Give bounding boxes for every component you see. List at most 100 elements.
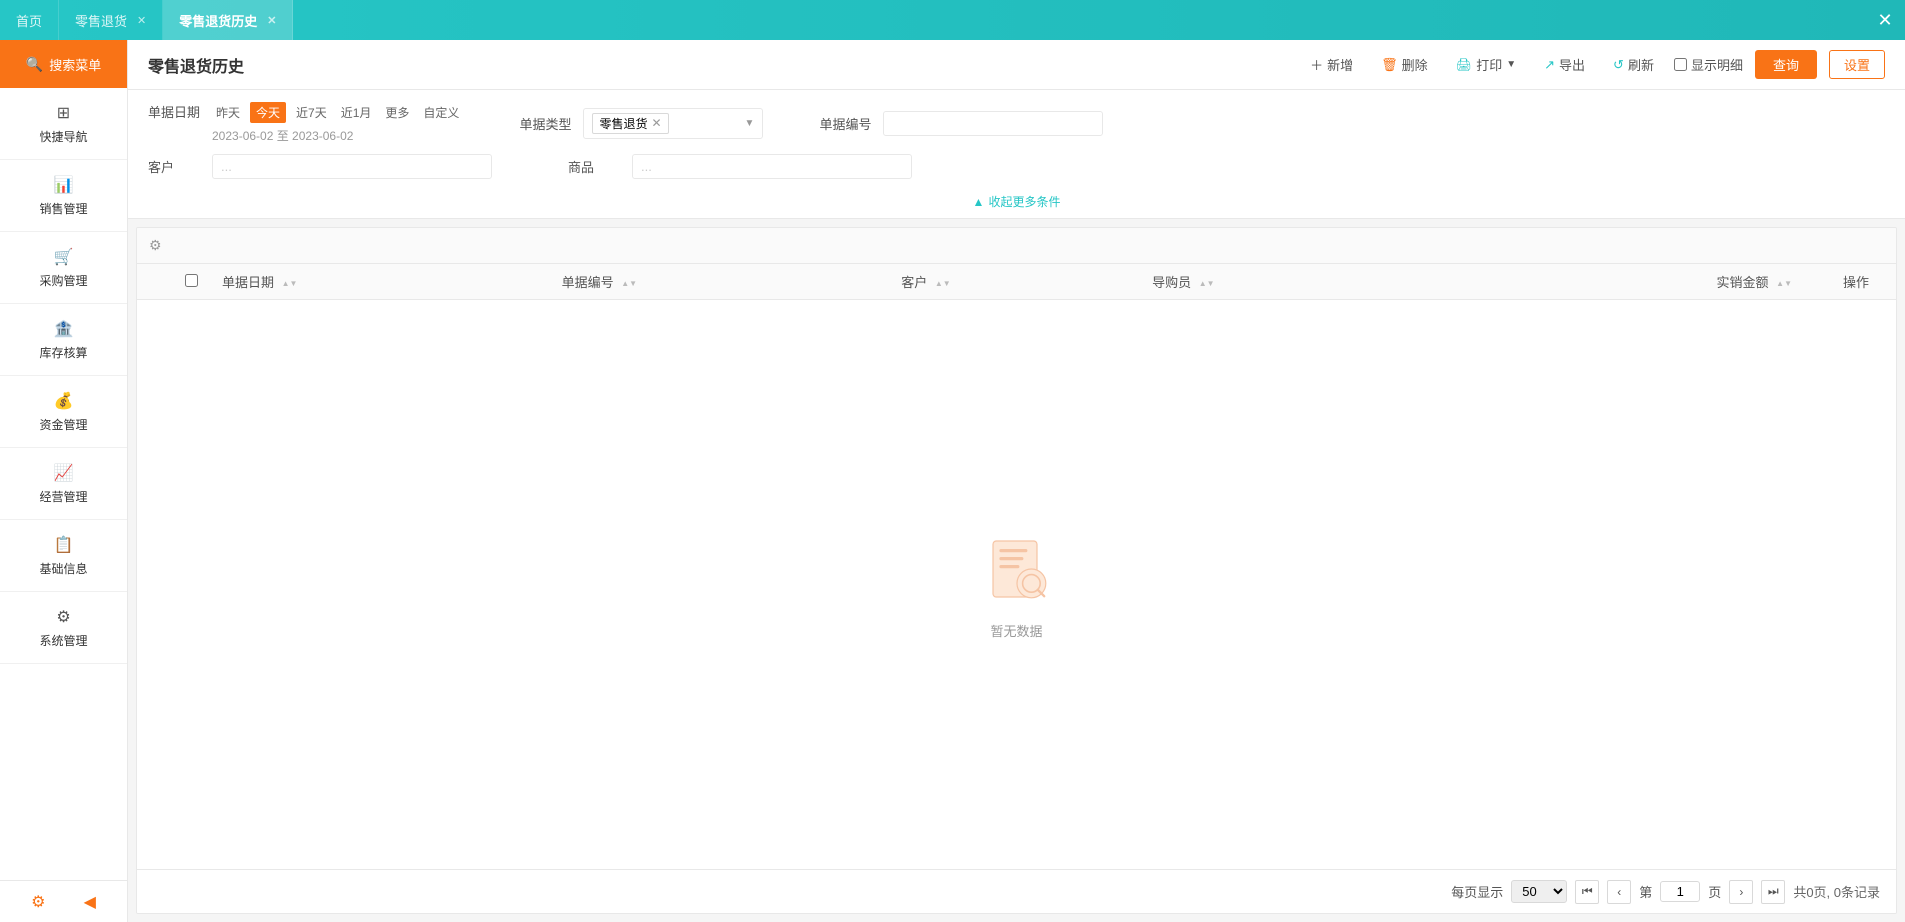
date-opt-last-month[interactable]: 近1月 bbox=[337, 102, 376, 123]
sidebar: 🔍 搜索菜单 ⊞ 快捷导航 📊 销售管理 🛒 采购管理 🏦 库存核算 💰 bbox=[0, 40, 128, 922]
sidebar-nav: ⊞ 快捷导航 📊 销售管理 🛒 采购管理 🏦 库存核算 💰 资金管理 📈 bbox=[0, 88, 127, 880]
th-date-label: 单据日期 bbox=[222, 275, 274, 290]
query-button[interactable]: 查询 bbox=[1755, 50, 1817, 79]
pagination: 每页显示 20 50 100 200 ⏮ ‹ 第 页 › ⏭ 共0页, 0条记录 bbox=[137, 869, 1896, 913]
goods-filter-label: 商品 bbox=[568, 157, 624, 176]
sidebar-item-finance[interactable]: 💰 资金管理 bbox=[0, 376, 127, 448]
delete-button[interactable]: 🗑 删除 bbox=[1373, 51, 1436, 78]
sales-icon: 📊 bbox=[53, 174, 75, 196]
collapse-sidebar-icon[interactable]: ◀ bbox=[84, 892, 96, 912]
date-opt-last7[interactable]: 近7天 bbox=[292, 102, 331, 123]
sidebar-item-quick-nav-label: 快捷导航 bbox=[39, 128, 87, 145]
table-toolbar: ⚙ bbox=[137, 228, 1896, 264]
collapse-up-icon: ▲ bbox=[973, 195, 985, 209]
sidebar-item-basic-info-label: 基础信息 bbox=[39, 560, 87, 577]
th-ops: 操作 bbox=[1816, 264, 1896, 300]
delete-icon: 🗑 bbox=[1381, 57, 1398, 73]
first-page-button[interactable]: ⏮ bbox=[1575, 880, 1599, 904]
tab-home[interactable]: 首页 bbox=[0, 0, 59, 40]
sidebar-search-label: 搜索菜单 bbox=[49, 55, 101, 74]
tab-retail-return-history-label: 零售退货历史 bbox=[179, 11, 257, 30]
print-button[interactable]: 🖨 打印 ▼ bbox=[1448, 51, 1524, 78]
number-sort-arrows: ▲▼ bbox=[621, 279, 637, 288]
th-customer[interactable]: 客户 ▲▼ bbox=[889, 264, 1140, 300]
new-button[interactable]: ＋ 新增 bbox=[1302, 51, 1361, 78]
tab-retail-return-close[interactable]: ✕ bbox=[137, 14, 146, 27]
customer-filter-group: 客户 ... bbox=[148, 154, 492, 179]
filter-collapse-button[interactable]: ▲ 收起更多条件 bbox=[973, 193, 1061, 210]
last-page-button[interactable]: ⏭ bbox=[1761, 880, 1785, 904]
th-guide[interactable]: 导购员 ▲▼ bbox=[1140, 264, 1435, 300]
sidebar-item-sales[interactable]: 📊 销售管理 bbox=[0, 160, 127, 232]
print-dropdown-icon: ▼ bbox=[1506, 59, 1516, 70]
th-date[interactable]: 单据日期 ▲▼ bbox=[210, 264, 550, 300]
sidebar-item-operations[interactable]: 📈 经营管理 bbox=[0, 448, 127, 520]
sidebar-item-quick-nav[interactable]: ⊞ 快捷导航 bbox=[0, 88, 127, 160]
goods-filter-group: 商品 ... bbox=[568, 154, 912, 179]
prev-page-button[interactable]: ‹ bbox=[1607, 880, 1631, 904]
voucher-filter-label: 单据编号 bbox=[819, 114, 875, 133]
delete-label: 删除 bbox=[1402, 55, 1428, 74]
tab-retail-return[interactable]: 零售退货 ✕ bbox=[59, 0, 163, 40]
next-page-button[interactable]: › bbox=[1729, 880, 1753, 904]
tab-retail-return-label: 零售退货 bbox=[75, 11, 127, 30]
show-detail-checkbox[interactable] bbox=[1674, 58, 1687, 71]
page-number-input[interactable] bbox=[1660, 881, 1700, 902]
th-amount-label: 实销金额 bbox=[1717, 275, 1769, 290]
sidebar-item-purchase[interactable]: 🛒 采购管理 bbox=[0, 232, 127, 304]
tab-retail-return-history[interactable]: 零售退货历史 ✕ bbox=[163, 0, 293, 40]
filter-row-2: 客户 ... 商品 ... bbox=[148, 154, 1885, 179]
quick-nav-icon: ⊞ bbox=[53, 102, 75, 124]
export-label: 导出 bbox=[1559, 55, 1585, 74]
operations-icon: 📈 bbox=[53, 462, 75, 484]
per-page-label: 每页显示 bbox=[1451, 882, 1503, 901]
tab-retail-return-history-close[interactable]: ✕ bbox=[267, 14, 276, 27]
date-filter-group: 单据日期 昨天 今天 近7天 近1月 更多 自定义 2023-06-02 至 2… bbox=[148, 102, 463, 144]
th-number-label: 单据编号 bbox=[562, 275, 614, 290]
show-detail-checkbox-label[interactable]: 显示明细 bbox=[1674, 55, 1743, 74]
window-close-button[interactable]: ✕ bbox=[1865, 0, 1905, 40]
sidebar-item-system[interactable]: ⚙ 系统管理 bbox=[0, 592, 127, 664]
page-header: 零售退货历史 ＋ 新增 🗑 删除 🖨 打印 ▼ ↗ 导出 bbox=[128, 40, 1905, 90]
type-tag-close[interactable]: ✕ bbox=[651, 116, 661, 130]
voucher-no-input[interactable] bbox=[883, 111, 1103, 136]
date-opt-yesterday[interactable]: 昨天 bbox=[212, 102, 244, 123]
date-opt-today[interactable]: 今天 bbox=[250, 102, 286, 123]
table-settings-icon[interactable]: ⚙ bbox=[149, 237, 162, 254]
settings-bottom-icon[interactable]: ⚙ bbox=[31, 892, 45, 912]
guide-sort-arrows: ▲▼ bbox=[1199, 279, 1215, 288]
table-container: ⚙ 单据日期 ▲▼ 单据编号 ▲▼ bbox=[136, 227, 1897, 914]
th-amount[interactable]: 实销金额 ▲▼ bbox=[1435, 264, 1816, 300]
sidebar-item-finance-label: 资金管理 bbox=[39, 416, 87, 433]
sidebar-item-inventory[interactable]: 🏦 库存核算 bbox=[0, 304, 127, 376]
table-header: 单据日期 ▲▼ 单据编号 ▲▼ 客户 ▲▼ 导购员 bbox=[137, 264, 1896, 300]
customer-filter-input[interactable]: ... bbox=[212, 154, 492, 179]
header-actions: ＋ 新增 🗑 删除 🖨 打印 ▼ ↗ 导出 ↺ 刷新 bbox=[1302, 50, 1885, 79]
settings-button[interactable]: 设置 bbox=[1829, 50, 1885, 79]
sidebar-search[interactable]: 🔍 搜索菜单 bbox=[0, 40, 127, 88]
sidebar-item-sales-label: 销售管理 bbox=[39, 200, 87, 217]
type-tag-label: 零售退货 bbox=[599, 115, 647, 132]
refresh-button[interactable]: ↺ 刷新 bbox=[1605, 51, 1662, 78]
per-page-select[interactable]: 20 50 100 200 bbox=[1511, 880, 1567, 903]
th-number[interactable]: 单据编号 ▲▼ bbox=[550, 264, 890, 300]
filter-collapse-container: ▲ 收起更多条件 bbox=[148, 189, 1885, 210]
export-icon: ↗ bbox=[1544, 57, 1555, 73]
type-filter-select[interactable]: 零售退货 ✕ ▼ bbox=[583, 108, 763, 139]
date-sort-arrows: ▲▼ bbox=[282, 279, 298, 288]
print-icon: 🖨 bbox=[1456, 57, 1473, 73]
th-guide-label: 导购员 bbox=[1152, 275, 1191, 290]
date-opt-custom[interactable]: 自定义 bbox=[419, 102, 463, 123]
new-icon: ＋ bbox=[1310, 55, 1323, 74]
select-all-checkbox[interactable] bbox=[185, 274, 198, 287]
filter-area: 单据日期 昨天 今天 近7天 近1月 更多 自定义 2023-06-02 至 2… bbox=[128, 90, 1905, 219]
total-info: 共0页, 0条记录 bbox=[1793, 882, 1880, 901]
date-opt-more[interactable]: 更多 bbox=[381, 102, 413, 123]
export-button[interactable]: ↗ 导出 bbox=[1536, 51, 1593, 78]
sidebar-item-basic-info[interactable]: 📋 基础信息 bbox=[0, 520, 127, 592]
empty-text: 暂无数据 bbox=[990, 621, 1042, 640]
th-ops-label: 操作 bbox=[1843, 275, 1869, 290]
th-customer-label: 客户 bbox=[901, 275, 927, 290]
basic-info-icon: 📋 bbox=[53, 534, 75, 556]
goods-filter-input[interactable]: ... bbox=[632, 154, 912, 179]
